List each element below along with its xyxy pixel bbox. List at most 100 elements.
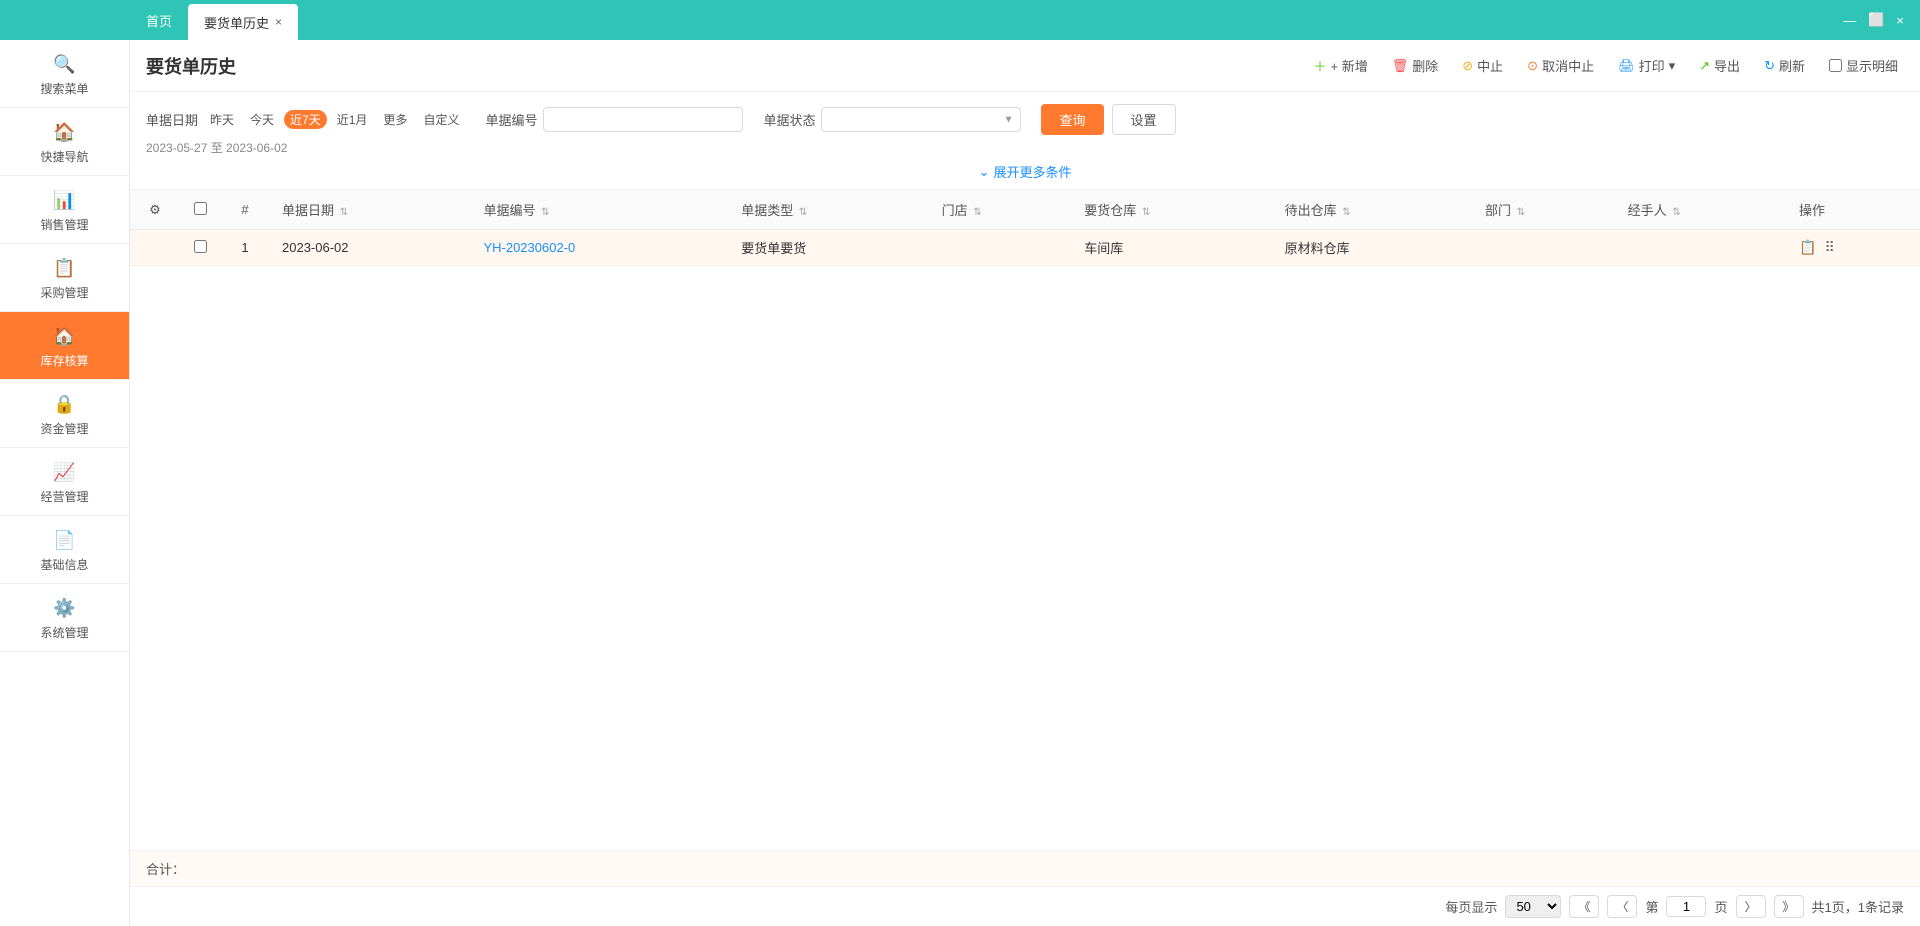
data-table: ⚙ # 单据日期 ⇅ 单据编号 ⇅	[130, 190, 1920, 266]
tab-home-label: 首页	[146, 11, 172, 30]
sidebar-item-operations[interactable]: 📈 经营管理	[0, 448, 129, 516]
sidebar-item-finance[interactable]: 🔒 资金管理	[0, 380, 129, 448]
close-btn[interactable]: ×	[1896, 13, 1904, 28]
status-filter: 单据状态	[763, 107, 1021, 132]
sidebar-item-inventory[interactable]: 🏠 库存核算	[0, 312, 129, 380]
settings-button[interactable]: 设置	[1112, 104, 1176, 135]
col-handler-label: 经手人	[1628, 203, 1667, 218]
print-button[interactable]: 🖨 打印 ▾	[1612, 52, 1681, 79]
header-row: ⚙ # 单据日期 ⇅ 单据编号 ⇅	[130, 190, 1920, 230]
col-doc-num-label: 单据编号	[483, 203, 535, 218]
delete-label: 删除	[1412, 56, 1438, 75]
doc-num-link[interactable]: YH-20230602-0	[483, 240, 575, 255]
sales-icon: 📊	[53, 190, 75, 211]
date-7days[interactable]: 近7天	[284, 110, 327, 129]
table-header: ⚙ # 单据日期 ⇅ 单据编号 ⇅	[130, 190, 1920, 230]
date-more[interactable]: 更多	[377, 110, 413, 129]
page-title: 要货单历史	[146, 53, 236, 79]
col-doc-type[interactable]: 单据类型 ⇅	[729, 190, 929, 230]
row-store	[930, 230, 1073, 266]
col-settings[interactable]: ⚙	[130, 190, 180, 230]
sidebar-item-system[interactable]: ⚙️ 系统管理	[0, 584, 129, 652]
col-target-warehouse[interactable]: 待出仓库 ⇅	[1273, 190, 1473, 230]
row-handler	[1616, 230, 1787, 266]
page-title-bar: 要货单历史 ＋ + 新增 🗑 删除 ⊘ 中止 ⊙ 取消中止	[130, 40, 1920, 92]
system-icon: ⚙️	[53, 598, 75, 619]
row-settings	[130, 230, 180, 266]
sidebar-item-nav[interactable]: 🏠 快捷导航	[0, 108, 129, 176]
row-department	[1473, 230, 1616, 266]
display-detail-toggle[interactable]: 显示明细	[1823, 52, 1904, 79]
sidebar-item-search[interactable]: 🔍 搜索菜单	[0, 40, 129, 108]
sidebar-item-basic[interactable]: 📄 基础信息	[0, 516, 129, 584]
restore-btn[interactable]: ⬜	[1868, 12, 1884, 28]
status-select[interactable]	[821, 107, 1021, 132]
page-input[interactable]	[1666, 896, 1706, 917]
query-button[interactable]: 查询	[1041, 104, 1103, 135]
filter-row: 单据日期 昨天 今天 近7天 近1月 更多 自定义 单据编号	[146, 104, 1904, 135]
next-page-btn[interactable]: 〉	[1736, 895, 1766, 918]
print-label: 打印	[1639, 56, 1665, 75]
col-department[interactable]: 部门 ⇅	[1473, 190, 1616, 230]
row-checkbox[interactable]	[194, 240, 207, 253]
status-select-wrapper	[821, 107, 1021, 132]
basic-icon: 📄	[53, 530, 75, 551]
prev-page-btn[interactable]: 〈	[1607, 895, 1637, 918]
refresh-button[interactable]: ↻ 刷新	[1758, 52, 1811, 79]
expand-more-btn[interactable]: ⌄ 展开更多条件	[146, 162, 1904, 181]
minimize-btn[interactable]: —	[1843, 13, 1856, 28]
sidebar-item-basic-label: 基础信息	[40, 556, 88, 573]
row-req-warehouse: 车间库	[1072, 230, 1272, 266]
tab-close-icon[interactable]: ×	[275, 15, 282, 29]
row-checkbox-cell[interactable]	[180, 230, 220, 266]
new-button[interactable]: ＋ + 新增	[1307, 52, 1373, 79]
table-row: 1 2023-06-02 YH-20230602-0 要货单要货 车间库 原材料…	[130, 230, 1920, 266]
summary-label: 合计：	[146, 862, 185, 877]
tab-home[interactable]: 首页	[130, 0, 188, 40]
cancel-stop-button[interactable]: ⊙ 取消中止	[1521, 52, 1600, 79]
tab-active[interactable]: 要货单历史 ×	[188, 4, 298, 40]
date-custom[interactable]: 自定义	[417, 110, 465, 129]
finance-icon: 🔒	[53, 394, 75, 415]
row-num: 1	[220, 230, 270, 266]
delete-button[interactable]: 🗑 删除	[1386, 52, 1445, 79]
select-all-checkbox[interactable]	[194, 202, 207, 215]
last-page-btn[interactable]: 》	[1774, 895, 1804, 918]
col-date[interactable]: 单据日期 ⇅	[270, 190, 471, 230]
col-date-sort-icon: ⇅	[340, 207, 348, 218]
content-area: 要货单历史 ＋ + 新增 🗑 删除 ⊘ 中止 ⊙ 取消中止	[130, 40, 1920, 926]
col-date-label: 单据日期	[282, 203, 334, 218]
col-req-warehouse[interactable]: 要货仓库 ⇅	[1072, 190, 1272, 230]
sidebar-item-search-label: 搜索菜单	[40, 80, 88, 97]
row-more-icon[interactable]: ⠿	[1824, 239, 1834, 256]
col-doc-num[interactable]: 单据编号 ⇅	[471, 190, 729, 230]
col-department-label: 部门	[1485, 203, 1511, 218]
page-size-select[interactable]: 50 10 20 100	[1505, 895, 1561, 918]
row-date: 2023-06-02	[270, 230, 471, 266]
col-target-warehouse-label: 待出仓库	[1285, 203, 1337, 218]
col-checkbox[interactable]	[180, 190, 220, 230]
stop-button[interactable]: ⊘ 中止	[1456, 52, 1509, 79]
date-1month[interactable]: 近1月	[331, 110, 374, 129]
refresh-icon: ↻	[1764, 58, 1775, 74]
col-doc-type-label: 单据类型	[741, 203, 793, 218]
cancel-label: 取消中止	[1542, 56, 1594, 75]
sidebar-item-nav-label: 快捷导航	[40, 148, 88, 165]
sidebar-item-purchase[interactable]: 📋 采购管理	[0, 244, 129, 312]
col-handler[interactable]: 经手人 ⇅	[1616, 190, 1787, 230]
export-icon: ↗	[1699, 58, 1710, 74]
date-today[interactable]: 今天	[244, 110, 280, 129]
date-yesterday[interactable]: 昨天	[204, 110, 240, 129]
display-detail-checkbox[interactable]	[1829, 59, 1842, 72]
first-page-btn[interactable]: 《	[1569, 895, 1599, 918]
doc-num-input[interactable]	[543, 107, 743, 132]
export-button[interactable]: ↗ 导出	[1693, 52, 1746, 79]
row-doc-num[interactable]: YH-20230602-0	[471, 230, 729, 266]
date-range-text: 2023-05-27 至 2023-06-02	[146, 139, 1904, 156]
col-target-warehouse-sort-icon: ⇅	[1342, 207, 1350, 218]
col-store[interactable]: 门店 ⇅	[930, 190, 1073, 230]
status-label: 单据状态	[763, 110, 815, 129]
row-edit-icon[interactable]: 📋	[1799, 239, 1816, 256]
sidebar-item-sales[interactable]: 📊 销售管理	[0, 176, 129, 244]
search-icon: 🔍	[53, 54, 75, 75]
